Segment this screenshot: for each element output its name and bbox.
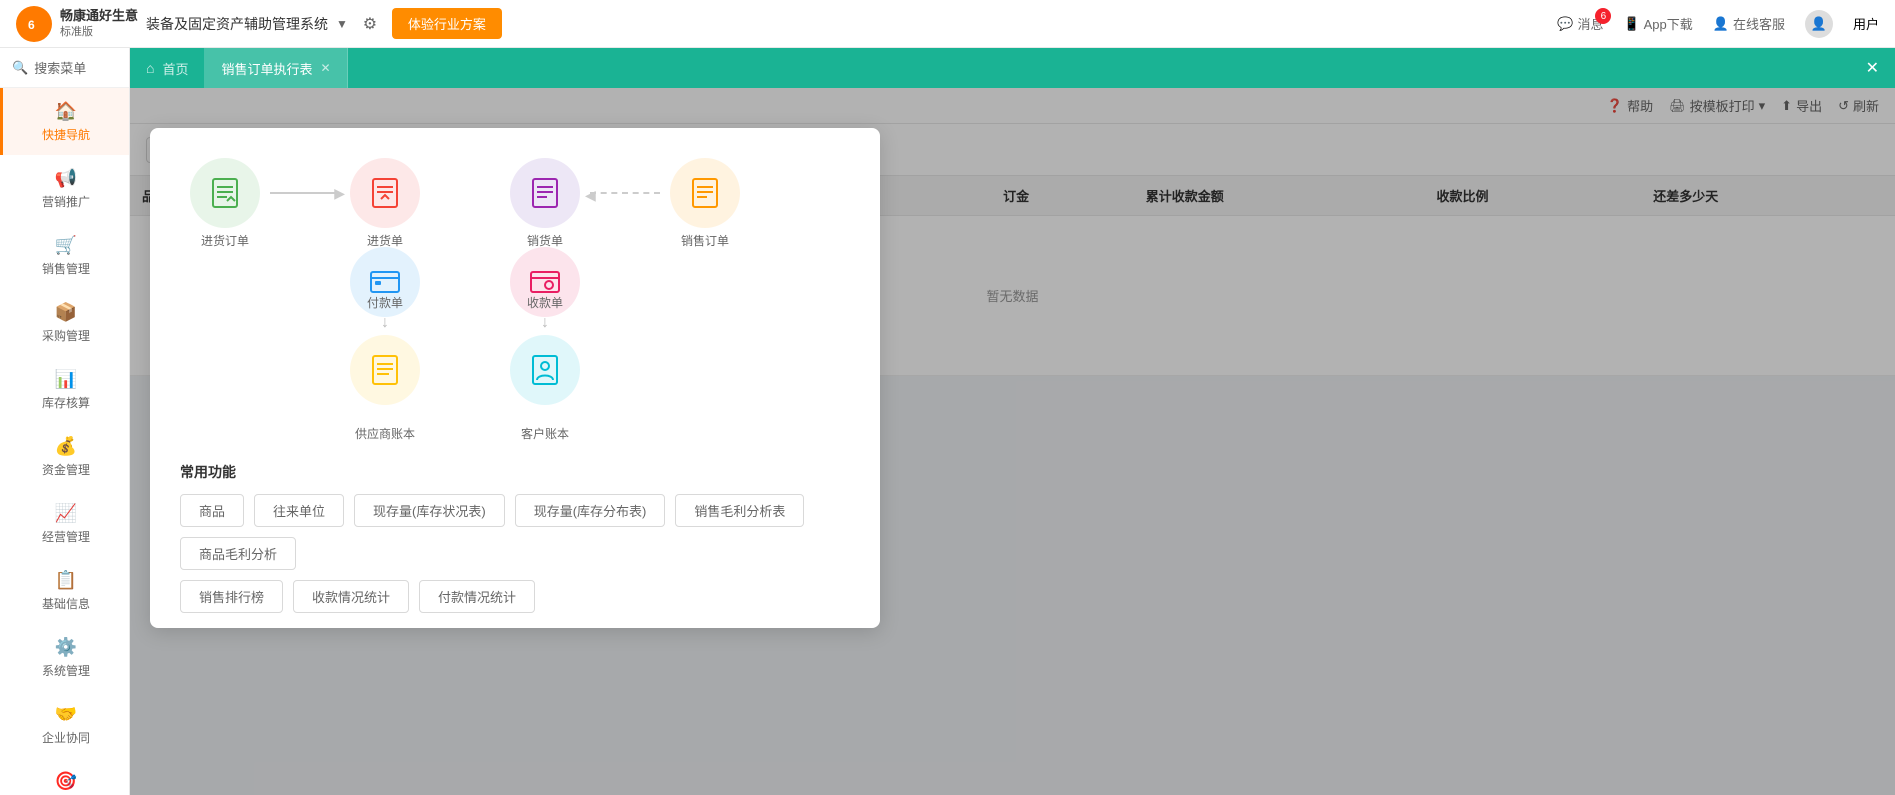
svg-text:6: 6 xyxy=(28,18,35,32)
func-btn-inventory-status[interactable]: 现存量(库存状况表) xyxy=(354,494,505,527)
arrow-down-payment: ↓ xyxy=(381,314,389,332)
system-title: 装备及固定资产辅助管理系统 xyxy=(146,14,328,34)
func-btn-receipt-stats[interactable]: 收款情况统计 xyxy=(293,580,409,613)
flow-node-sales-order[interactable] xyxy=(665,158,745,228)
flow-node-customer-ledger[interactable] xyxy=(505,335,585,405)
func-btn-counterparts[interactable]: 往来单位 xyxy=(254,494,344,527)
label-sales-order: 销售订单 xyxy=(681,232,729,249)
common-functions: 常用功能 商品 往来单位 现存量(库存状况表) 现存量(库存分布表) 销售毛利分… xyxy=(180,462,850,613)
func-btn-sales-gross[interactable]: 销售毛利分析表 xyxy=(675,494,804,527)
logo-icon: 6 xyxy=(16,6,52,42)
header-right: 💬 消息 6 📱 App下载 👤 在线客服 👤 用户 xyxy=(1557,10,1879,38)
func-btn-row-1: 商品 往来单位 现存量(库存状况表) 现存量(库存分布表) 销售毛利分析表 商品… xyxy=(180,494,850,570)
label-supplier-ledger: 供应商账本 xyxy=(355,425,415,442)
sidebar-item-collab[interactable]: 🤝 企业协同 xyxy=(0,691,129,758)
system-icon: ⚙️ xyxy=(55,636,77,658)
sidebar: 🔍 搜索菜单 🏠 快捷导航 📢 营销推广 🛒 销售管理 📦 采购管理 📊 库存核… xyxy=(0,48,130,795)
online-service-btn[interactable]: 👤 在线客服 xyxy=(1713,14,1785,33)
tab-bar: ⌂ 首页 销售订单执行表 ✕ ✕ xyxy=(130,48,1895,88)
ledger-labels: 供应商账本 客户账本 xyxy=(180,425,850,442)
sidebar-item-basic[interactable]: 📋 基础信息 xyxy=(0,557,129,624)
home-tab-icon: ⌂ xyxy=(146,60,154,76)
tab-home[interactable]: ⌂ 首页 xyxy=(130,48,205,88)
sidebar-item-sales[interactable]: 🛒 销售管理 xyxy=(0,222,129,289)
inventory-icon: 📊 xyxy=(55,368,77,390)
system-title-area: 装备及固定资产辅助管理系统 ▼ ⚙ 体验行业方案 xyxy=(146,8,1557,39)
page-content: ❓ 帮助 🖨 按模板打印 ▾ ⬆ 导出 ↺ 刷新 xyxy=(130,88,1895,795)
user-name: 用户 xyxy=(1853,14,1879,33)
sidebar-item-marketing[interactable]: 📢 营销推广 xyxy=(0,155,129,222)
func-btn-goods-gross[interactable]: 商品毛利分析 xyxy=(180,537,296,570)
basic-icon: 📋 xyxy=(55,569,77,591)
content-area: ⌂ 首页 销售订单执行表 ✕ ✕ ❓ 帮助 🖨 按模板打印 ▾ xyxy=(130,48,1895,795)
modal-box: ▶ xyxy=(150,128,880,628)
sidebar-item-inventory[interactable]: 📊 库存核算 xyxy=(0,356,129,423)
arrow-2: ◀ xyxy=(590,192,660,194)
logo-text: 畅康通好生意 标准版 xyxy=(60,8,138,39)
download-icon: 📱 xyxy=(1623,16,1639,32)
flow-node-purchase-order[interactable] xyxy=(185,158,265,228)
sales-icon: 🛒 xyxy=(55,234,77,256)
tab-close-btn[interactable]: ✕ xyxy=(321,61,331,75)
sidebar-item-finance[interactable]: 💰 资金管理 xyxy=(0,423,129,490)
flow-node-purchase-bill[interactable] xyxy=(345,158,425,228)
arrow-down-receipt: ↓ xyxy=(541,314,549,332)
purchase-icon: 📦 xyxy=(55,301,77,323)
system-dropdown-btn[interactable]: ▼ xyxy=(336,17,348,31)
tab-sales-order[interactable]: 销售订单执行表 ✕ xyxy=(205,48,347,88)
sidebar-item-quick[interactable]: 🏠 快捷导航 xyxy=(0,88,129,155)
avatar[interactable]: 👤 xyxy=(1805,10,1833,38)
modal-overlay[interactable]: ▶ xyxy=(130,88,1895,795)
sidebar-item-purchase[interactable]: 📦 采购管理 xyxy=(0,289,129,356)
label-receipt-bill: 收款单 xyxy=(527,294,563,311)
func-btn-payment-stats[interactable]: 付款情况统计 xyxy=(419,580,535,613)
func-btn-goods[interactable]: 商品 xyxy=(180,494,244,527)
avatar-icon: 👤 xyxy=(1811,16,1827,32)
sidebar-item-guide[interactable]: 🎯 新手引导 xyxy=(0,758,129,795)
guide-icon: 🎯 xyxy=(55,770,77,792)
logo-area: 6 畅康通好生意 标准版 xyxy=(16,6,146,42)
label-payment-bill: 付款单 xyxy=(367,294,403,311)
func-btn-inventory-distribution[interactable]: 现存量(库存分布表) xyxy=(515,494,666,527)
flow-node-sales-bill[interactable] xyxy=(505,158,585,228)
app-download-btn[interactable]: 📱 App下载 xyxy=(1623,14,1692,33)
flow-node-supplier-ledger[interactable] xyxy=(345,335,425,405)
service-icon: 👤 xyxy=(1713,16,1729,32)
top-header: 6 畅康通好生意 标准版 装备及固定资产辅助管理系统 ▼ ⚙ 体验行业方案 💬 … xyxy=(0,0,1895,48)
main-layout: 🔍 搜索菜单 🏠 快捷导航 📢 营销推广 🛒 销售管理 📦 采购管理 📊 库存核… xyxy=(0,48,1895,795)
func-btn-row-2: 销售排行榜 收款情况统计 付款情况统计 xyxy=(180,580,850,613)
label-sales-bill: 销货单 xyxy=(527,232,563,249)
message-btn[interactable]: 💬 消息 6 xyxy=(1557,14,1603,33)
message-icon: 💬 xyxy=(1557,16,1573,32)
experience-btn[interactable]: 体验行业方案 xyxy=(392,8,502,39)
operation-icon: 📈 xyxy=(55,502,77,524)
collab-icon: 🤝 xyxy=(55,703,77,725)
sidebar-item-system[interactable]: ⚙️ 系统管理 xyxy=(0,624,129,691)
func-btn-sales-ranking[interactable]: 销售排行榜 xyxy=(180,580,283,613)
label-purchase-order: 进货订单 xyxy=(201,232,249,249)
flow-diagram: ▶ xyxy=(180,158,850,405)
system-settings-btn[interactable]: ⚙ xyxy=(356,10,384,38)
home-icon: 🏠 xyxy=(55,100,77,122)
finance-icon: 💰 xyxy=(55,435,77,457)
tab-bar-close-btn[interactable]: ✕ xyxy=(1850,48,1895,88)
marketing-icon: 📢 xyxy=(55,167,77,189)
label-customer-ledger: 客户账本 xyxy=(521,425,569,442)
arrow-1: ▶ xyxy=(270,192,340,194)
common-title: 常用功能 xyxy=(180,462,850,482)
search-icon: 🔍 xyxy=(12,60,28,76)
label-purchase-bill: 进货单 xyxy=(367,232,403,249)
search-menu[interactable]: 🔍 搜索菜单 xyxy=(0,48,129,88)
sidebar-item-operation[interactable]: 📈 经营管理 xyxy=(0,490,129,557)
